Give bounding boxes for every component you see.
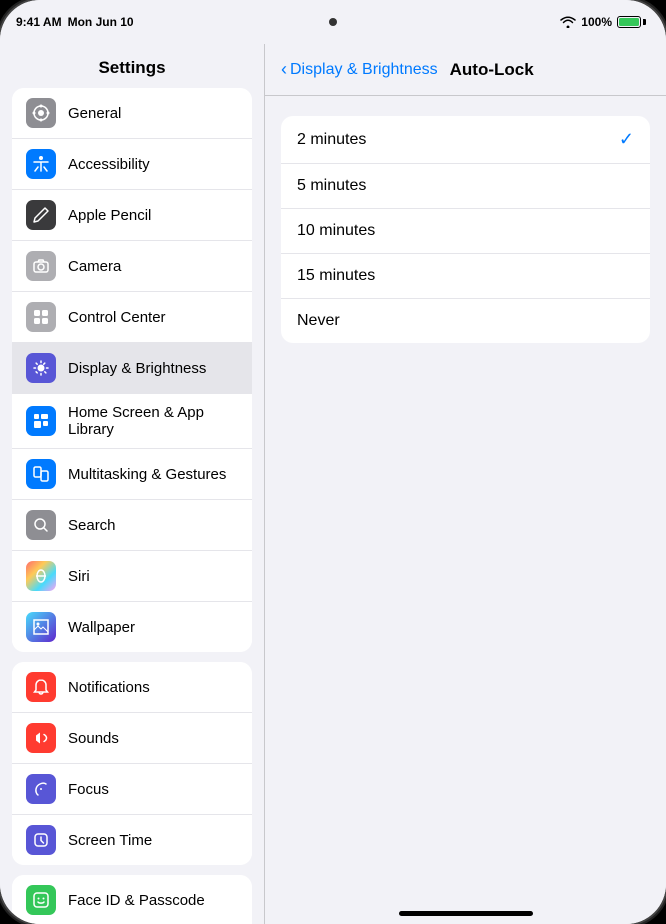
accessibility-icon — [26, 149, 56, 179]
apple-pencil-icon — [26, 200, 56, 230]
notifications-icon — [26, 672, 56, 702]
home-screen-label: Home Screen & App Library — [68, 404, 238, 438]
sidebar-item-accessibility[interactable]: Accessibility — [12, 139, 252, 190]
option-15min[interactable]: 15 minutes — [281, 254, 650, 299]
accessibility-label: Accessibility — [68, 156, 238, 173]
option-10min-label: 10 minutes — [297, 222, 375, 240]
general-label: General — [68, 105, 238, 122]
sidebar-item-notifications[interactable]: Notifications — [12, 662, 252, 713]
back-chevron-icon: ‹ — [281, 59, 287, 80]
display-brightness-icon — [26, 353, 56, 383]
sounds-icon — [26, 723, 56, 753]
sidebar-title: Settings — [0, 44, 264, 88]
option-never[interactable]: Never — [281, 299, 650, 343]
sidebar-item-wallpaper[interactable]: Wallpaper — [12, 602, 252, 652]
sidebar-item-camera[interactable]: Camera — [12, 241, 252, 292]
status-bar-left: 9:41 AM Mon Jun 10 — [16, 15, 134, 29]
multitasking-icon — [26, 459, 56, 489]
auto-lock-options: 2 minutes ✓ 5 minutes 10 minutes 15 minu… — [281, 116, 650, 343]
sidebar-item-display-brightness[interactable]: Display & Brightness — [12, 343, 252, 394]
option-2min[interactable]: 2 minutes ✓ — [281, 116, 650, 164]
back-label: Display & Brightness — [290, 61, 438, 79]
face-id-icon — [26, 885, 56, 915]
content-nav: ‹ Display & Brightness Auto-Lock — [265, 44, 666, 96]
sidebar-item-focus[interactable]: Focus — [12, 764, 252, 815]
sidebar-item-apple-pencil[interactable]: Apple Pencil — [12, 190, 252, 241]
camera-notch — [329, 18, 337, 26]
face-id-label: Face ID & Passcode — [68, 892, 238, 909]
focus-label: Focus — [68, 781, 238, 798]
status-bar-right: 100% — [560, 15, 646, 29]
camera-dot — [329, 18, 337, 26]
option-never-label: Never — [297, 312, 340, 330]
content-body: 2 minutes ✓ 5 minutes 10 minutes 15 minu… — [265, 96, 666, 905]
siri-icon — [26, 561, 56, 591]
sidebar-item-general[interactable]: General — [12, 88, 252, 139]
display-brightness-label: Display & Brightness — [68, 360, 238, 377]
sidebar-item-home-screen[interactable]: Home Screen & App Library — [12, 394, 252, 449]
wallpaper-label: Wallpaper — [68, 619, 238, 636]
home-screen-icon — [26, 406, 56, 436]
sounds-label: Sounds — [68, 730, 238, 747]
multitasking-label: Multitasking & Gestures — [68, 466, 238, 483]
search-icon — [26, 510, 56, 540]
notifications-label: Notifications — [68, 679, 238, 696]
settings-group-3: Face ID & Passcode Privacy & Security — [12, 875, 252, 924]
home-indicator — [399, 911, 533, 916]
search-label: Search — [68, 517, 238, 534]
wallpaper-icon — [26, 612, 56, 642]
option-10min[interactable]: 10 minutes — [281, 209, 650, 254]
general-icon — [26, 98, 56, 128]
screen-time-icon — [26, 825, 56, 855]
main-container: Settings General Accessibility — [0, 44, 666, 924]
screen-time-label: Screen Time — [68, 832, 238, 849]
content-title: Auto-Lock — [450, 60, 534, 80]
sidebar-item-search[interactable]: Search — [12, 500, 252, 551]
content-panel: ‹ Display & Brightness Auto-Lock 2 minut… — [265, 44, 666, 924]
back-button[interactable]: ‹ Display & Brightness — [281, 59, 438, 80]
siri-label: Siri — [68, 568, 238, 585]
sidebar-item-control-center[interactable]: Control Center — [12, 292, 252, 343]
apple-pencil-label: Apple Pencil — [68, 207, 238, 224]
option-5min[interactable]: 5 minutes — [281, 164, 650, 209]
option-2min-label: 2 minutes — [297, 131, 366, 149]
ipad-device: 9:41 AM Mon Jun 10 100% Settings — [0, 0, 666, 924]
control-center-label: Control Center — [68, 309, 238, 326]
camera-label: Camera — [68, 258, 238, 275]
sidebar: Settings General Accessibility — [0, 44, 265, 924]
battery-indicator — [617, 16, 646, 28]
option-15min-label: 15 minutes — [297, 267, 375, 285]
time: 9:41 AM — [16, 15, 62, 29]
battery-percent: 100% — [581, 15, 612, 29]
sidebar-item-sounds[interactable]: Sounds — [12, 713, 252, 764]
sidebar-item-face-id[interactable]: Face ID & Passcode — [12, 875, 252, 924]
sidebar-item-screen-time[interactable]: Screen Time — [12, 815, 252, 865]
wifi-icon — [560, 16, 576, 28]
sidebar-item-siri[interactable]: Siri — [12, 551, 252, 602]
settings-group-2: Notifications Sounds Focus — [12, 662, 252, 865]
date: Mon Jun 10 — [68, 15, 134, 29]
option-2min-check: ✓ — [619, 129, 634, 150]
option-5min-label: 5 minutes — [297, 177, 366, 195]
camera-icon — [26, 251, 56, 281]
control-center-icon — [26, 302, 56, 332]
sidebar-item-multitasking[interactable]: Multitasking & Gestures — [12, 449, 252, 500]
status-bar: 9:41 AM Mon Jun 10 100% — [0, 0, 666, 44]
settings-group-1: General Accessibility Apple Pencil — [12, 88, 252, 652]
focus-icon — [26, 774, 56, 804]
